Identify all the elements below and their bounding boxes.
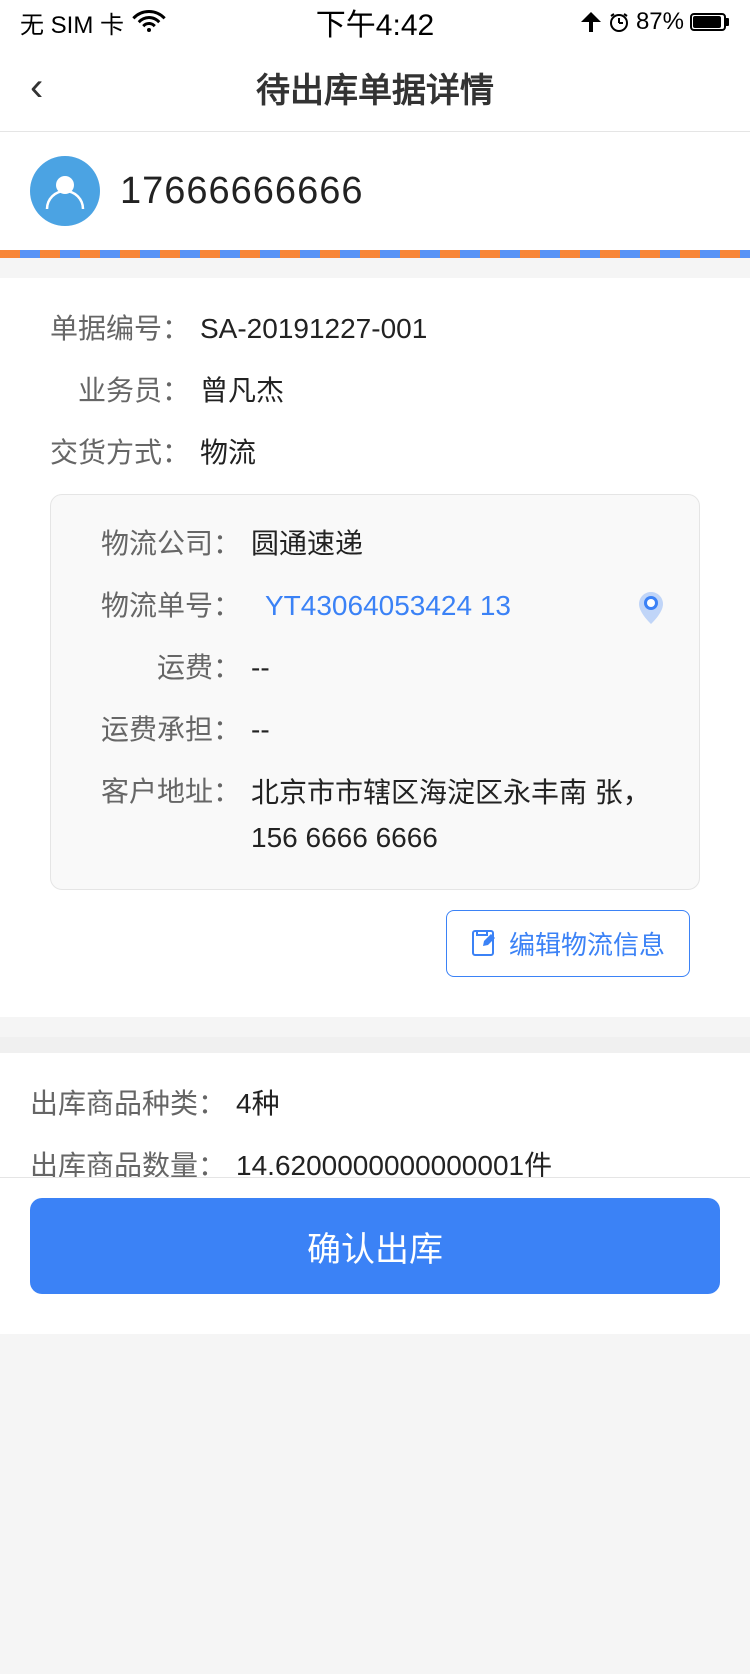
customer-phone: 17666666666 [120,170,363,213]
edit-logistics-label: 编辑物流信息 [509,925,665,962]
order-no-row: 单据编号： SA-20191227-001 [30,308,720,350]
salesman-row: 业务员： 曾凡杰 [30,370,720,412]
delivery-row: 交货方式： 物流 [30,432,720,474]
map-pin-icon[interactable] [633,588,669,624]
logistics-company-label: 物流公司： [81,523,241,565]
delivery-label: 交货方式： [30,432,190,474]
logistics-card: 物流公司： 圆通速递 物流单号： YT43064053424 13 运费： --… [50,494,700,890]
status-time: 下午4:42 [316,0,434,44]
logistics-company-value: 圆通速递 [251,523,669,565]
status-bar: 无 SIM 卡 下午4:42 87% [0,0,750,44]
back-button[interactable]: ‹ [30,65,43,110]
confirm-btn-label: 确认出库 [307,1222,443,1271]
salesman-value: 曾凡杰 [200,370,720,412]
edit-logistics-button[interactable]: 编辑物流信息 [446,910,690,977]
edit-icon [471,929,499,957]
order-no-label: 单据编号： [30,308,190,350]
dashed-divider [0,250,750,258]
order-no-value: SA-20191227-001 [200,308,720,350]
confirm-outbound-button[interactable]: 确认出库 [30,1198,720,1294]
freight-row: 运费： -- [81,647,669,689]
order-info-section: 单据编号： SA-20191227-001 业务员： 曾凡杰 交货方式： 物流 … [0,278,750,1017]
tracking-no-label: 物流单号： [81,585,241,627]
freight-value: -- [251,647,669,689]
address-label: 客户地址： [81,771,241,813]
goods-type-row: 出库商品种类： 4种 [30,1083,720,1125]
section-divider [0,1037,750,1053]
nav-bar: ‹ 待出库单据详情 [0,44,750,132]
address-value: 北京市市辖区海淀区永丰南 张，156 6666 6666 [251,771,669,861]
goods-type-label: 出库商品种类： [30,1083,226,1125]
location-status-icon [580,11,602,33]
battery-icon [690,11,730,33]
status-left: 无 SIM 卡 [20,5,166,40]
user-icon [43,169,87,213]
salesman-label: 业务员： [30,370,190,412]
freight-label: 运费： [81,647,241,689]
alarm-icon [608,11,630,33]
customer-section: 17666666666 [0,132,750,250]
status-right: 87% [580,8,730,36]
carrier-text: 无 SIM 卡 [20,5,124,40]
battery-text: 87% [636,8,684,36]
edit-logistics-area: 编辑物流信息 [30,890,720,987]
freight-bearer-label: 运费承担： [81,709,241,751]
freight-bearer-row: 运费承担： -- [81,709,669,751]
bottom-spacer [0,1314,750,1474]
freight-bearer-value: -- [251,709,669,751]
bottom-action-area: 确认出库 [0,1177,750,1334]
page-title: 待出库单据详情 [256,63,494,112]
tracking-no-value: YT43064053424 13 [265,585,619,627]
delivery-value: 物流 [200,432,720,474]
avatar [30,156,100,226]
wifi-icon [132,10,166,34]
goods-type-value: 4种 [236,1083,720,1125]
logistics-company-row: 物流公司： 圆通速递 [81,523,669,565]
address-row: 客户地址： 北京市市辖区海淀区永丰南 张，156 6666 6666 [81,771,669,861]
tracking-no-row: 物流单号： YT43064053424 13 [81,585,669,627]
